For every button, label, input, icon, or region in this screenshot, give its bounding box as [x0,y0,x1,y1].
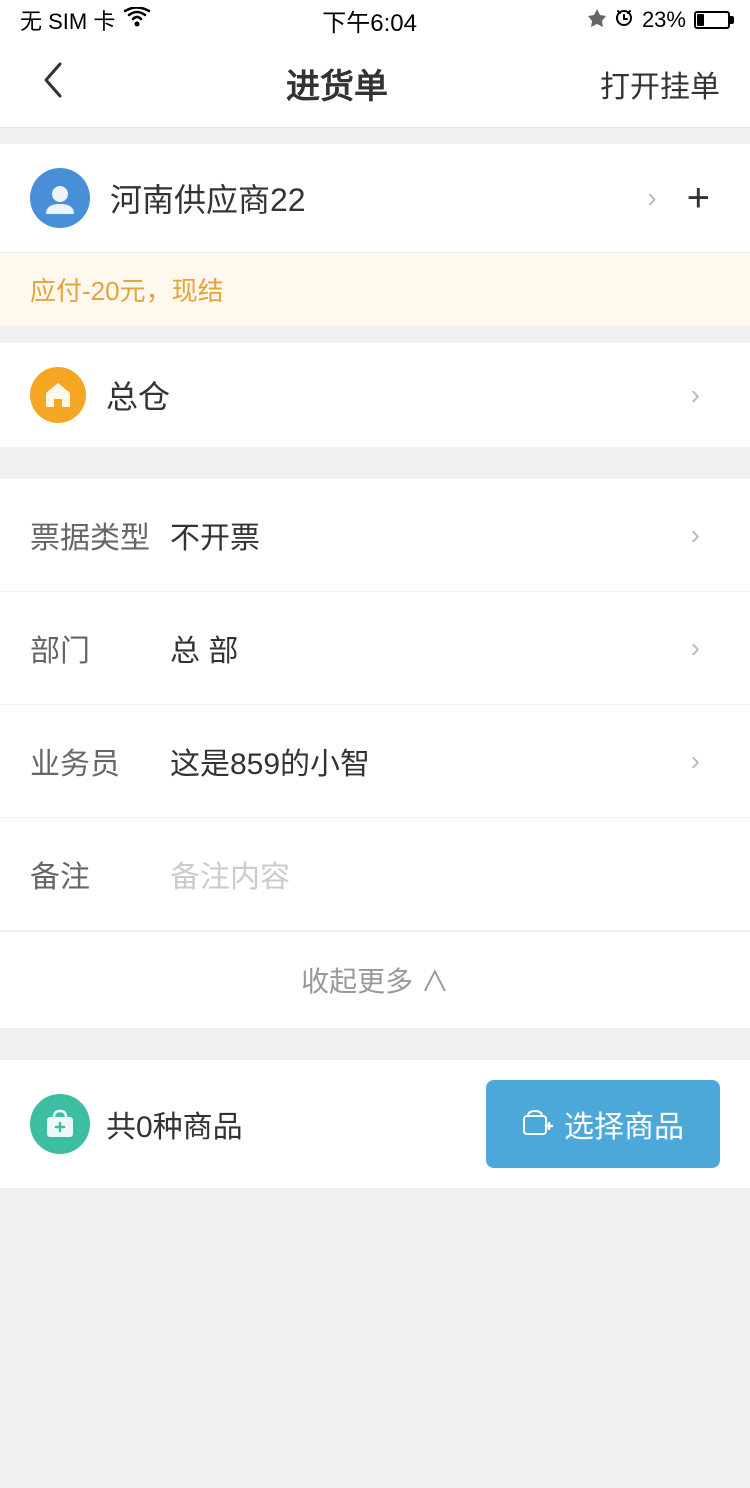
warehouse-section: 总仓 › [0,342,750,447]
invoice-value: 不开票 [170,513,691,557]
remark-input[interactable]: 备注内容 [170,852,720,896]
invoice-label: 票据类型 [30,513,150,557]
warehouse-name: 总仓 [106,372,691,418]
select-product-button[interactable]: 选择商品 [486,1080,720,1168]
status-time: 下午6:04 [322,3,417,38]
product-icon-wrap [30,1094,90,1154]
sales-chevron-icon: › [691,745,700,777]
supplier-avatar [30,168,90,228]
battery-icon [694,11,730,29]
warehouse-icon [30,367,86,423]
status-right: 23% [588,7,730,33]
remark-row[interactable]: 备注 备注内容 [0,818,750,931]
divider-1 [0,326,750,342]
product-left: 共0种商品 [30,1094,243,1154]
wifi-icon [123,7,151,33]
alarm-icon [614,7,634,33]
sales-value: 这是859的小智 [170,739,691,783]
notice-bar: 应付-20元，现结 [0,253,750,326]
warehouse-row[interactable]: 总仓 › [0,342,750,447]
supplier-name: 河南供应商22 [110,175,647,221]
select-product-label: 选择商品 [564,1102,684,1146]
dept-value: 总 部 [170,626,691,670]
back-button[interactable] [30,50,74,118]
remark-label: 备注 [30,852,150,896]
warehouse-chevron-icon: › [691,379,700,411]
invoice-chevron-icon: › [691,519,700,551]
bottom-bar: 共0种商品 选择商品 [0,1060,750,1188]
collapse-button[interactable]: 收起更多 ∧ [0,931,750,1028]
product-count: 共0种商品 [106,1102,243,1146]
carrier-label: 无 SIM 卡 [20,4,115,36]
notice-text: 应付-20元，现结 [30,276,224,306]
supplier-row[interactable]: 河南供应商22 › + [0,144,750,253]
status-left: 无 SIM 卡 [20,4,151,36]
nav-bar: 进货单 打开挂单 [0,40,750,128]
divider-2 [0,447,750,463]
add-supplier-button[interactable]: + [677,176,720,221]
divider-3 [0,1028,750,1044]
page-title: 进货单 [286,59,388,108]
supplier-section: 河南供应商22 › + 应付-20元，现结 [0,144,750,326]
page-background [0,1188,750,1488]
battery-percentage: 23% [642,7,686,33]
sales-row[interactable]: 业务员 这是859的小智 › [0,705,750,818]
form-section: 票据类型 不开票 › 部门 总 部 › 业务员 这是859的小智 › 备注 备注… [0,479,750,1028]
top-divider [0,128,750,144]
sales-label: 业务员 [30,739,150,783]
supplier-chevron-icon: › [647,182,656,214]
status-bar: 无 SIM 卡 下午6:04 23% [0,0,750,40]
location-icon [588,7,606,33]
collapse-label: 收起更多 ∧ [301,966,449,997]
dept-chevron-icon: › [691,632,700,664]
dept-label: 部门 [30,626,150,670]
open-pending-button[interactable]: 打开挂单 [600,62,720,106]
invoice-type-row[interactable]: 票据类型 不开票 › [0,479,750,592]
department-row[interactable]: 部门 总 部 › [0,592,750,705]
